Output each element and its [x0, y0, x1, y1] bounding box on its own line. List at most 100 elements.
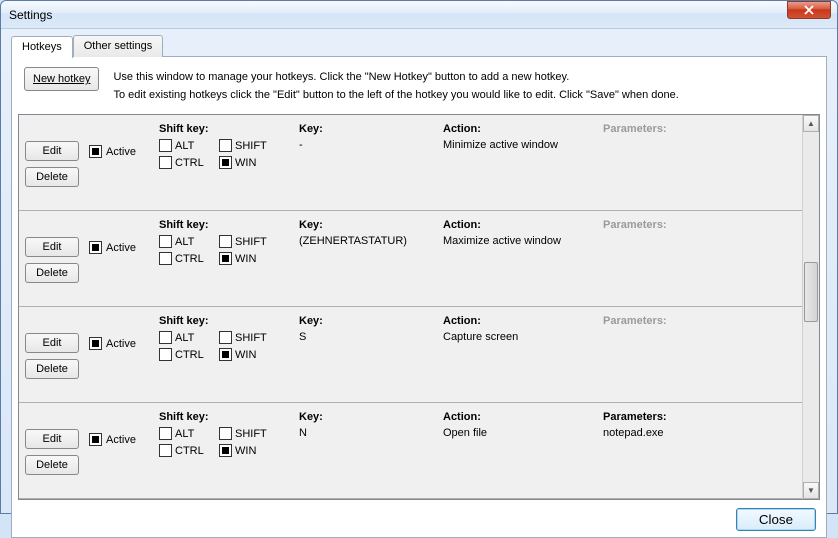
- alt-checkbox[interactable]: [159, 427, 172, 440]
- shiftkey-label: Shift key:: [159, 411, 299, 423]
- action-label: Action:: [443, 315, 603, 327]
- key-cell: Key:S: [299, 315, 443, 392]
- ctrl-label: CTRL: [175, 445, 204, 457]
- new-hotkey-button[interactable]: New hotkey: [24, 67, 99, 91]
- edit-button[interactable]: Edit: [25, 333, 79, 353]
- close-icon: [804, 5, 814, 15]
- action-label: Action:: [443, 123, 603, 135]
- ctrl-label: CTRL: [175, 349, 204, 361]
- shift-checkbox[interactable]: [219, 427, 232, 440]
- action-label: Action:: [443, 411, 603, 423]
- active-label: Active: [106, 434, 136, 446]
- delete-button[interactable]: Delete: [25, 359, 79, 379]
- ctrl-checkbox[interactable]: [159, 156, 172, 169]
- parameters-cell: Parameters:notepad.exe: [603, 411, 796, 488]
- shiftkey-label: Shift key:: [159, 315, 299, 327]
- titlebar[interactable]: Settings: [1, 1, 837, 29]
- action-value: Minimize active window: [443, 139, 603, 151]
- parameters-value: notepad.exe: [603, 427, 796, 439]
- settings-window: Settings Hotkeys Other settings New hotk…: [0, 0, 838, 514]
- scroll-up-button[interactable]: ▲: [803, 115, 819, 132]
- key-value: -: [299, 139, 443, 151]
- shift-label: SHIFT: [235, 140, 267, 152]
- key-label: Key:: [299, 123, 443, 135]
- row-buttons: Edit Delete: [25, 219, 89, 296]
- action-value: Maximize active window: [443, 235, 603, 247]
- edit-button[interactable]: Edit: [25, 429, 79, 449]
- ctrl-checkbox[interactable]: [159, 252, 172, 265]
- intro-row: New hotkey Use this window to manage you…: [18, 63, 820, 112]
- shiftkey-grid: ALT SHIFT CTRL WIN: [159, 427, 299, 457]
- hotkey-row: EditDeleteActiveShift key:ALTSHIFTCTRLWI…: [19, 115, 802, 211]
- alt-checkbox[interactable]: [159, 235, 172, 248]
- shiftkey-grid: ALTSHIFTCTRLWIN: [159, 139, 299, 169]
- delete-button[interactable]: Delete: [25, 263, 79, 283]
- shift-label: SHIFT: [235, 332, 267, 344]
- hotkey-row: EditDeleteActiveShift key:ALTSHIFTCTRLWI…: [19, 211, 802, 307]
- shift-label: SHIFT: [235, 236, 267, 248]
- shiftkey-cell: Shift key:ALTSHIFTCTRLWIN: [159, 123, 299, 200]
- vertical-scrollbar[interactable]: ▲ ▼: [802, 115, 819, 499]
- ctrl-checkbox[interactable]: [159, 444, 172, 457]
- edit-button[interactable]: Edit: [25, 237, 79, 257]
- parameters-label: Parameters:: [603, 219, 796, 231]
- active-cell: Active: [89, 123, 159, 200]
- win-checkbox[interactable]: [219, 348, 232, 361]
- delete-button[interactable]: Delete: [25, 167, 79, 187]
- close-button[interactable]: Close: [736, 508, 816, 531]
- active-checkbox[interactable]: [89, 433, 102, 446]
- parameters-cell: Parameters:: [603, 123, 796, 200]
- footer: Close: [18, 500, 820, 531]
- tab-strip: Hotkeys Other settings: [11, 35, 827, 57]
- alt-checkbox[interactable]: [159, 331, 172, 344]
- win-checkbox[interactable]: [219, 252, 232, 265]
- scroll-down-button[interactable]: ▼: [803, 482, 819, 499]
- active-checkbox[interactable]: [89, 241, 102, 254]
- ctrl-checkbox[interactable]: [159, 348, 172, 361]
- edit-button[interactable]: Edit: [25, 141, 79, 161]
- alt-label: ALT: [175, 428, 194, 440]
- shiftkey-label: Shift key:: [159, 123, 299, 135]
- scroll-track[interactable]: [803, 132, 819, 482]
- shiftkey-grid: ALTSHIFTCTRLWIN: [159, 235, 299, 265]
- win-checkbox[interactable]: [219, 156, 232, 169]
- action-value: Capture screen: [443, 331, 603, 343]
- delete-button[interactable]: Delete: [25, 455, 79, 475]
- row-buttons: Edit Delete: [25, 315, 89, 392]
- win-label: WIN: [235, 349, 256, 361]
- intro-text: Use this window to manage your hotkeys. …: [113, 67, 678, 104]
- row-buttons: Edit Delete: [25, 123, 89, 200]
- active-checkbox[interactable]: [89, 145, 102, 158]
- shift-label: SHIFT: [235, 428, 267, 440]
- shift-checkbox[interactable]: [219, 331, 232, 344]
- win-checkbox[interactable]: [219, 444, 232, 457]
- parameters-label: Parameters:: [603, 123, 796, 135]
- content-area: Hotkeys Other settings New hotkey Use th…: [1, 29, 837, 513]
- win-label: WIN: [235, 445, 256, 457]
- hotkey-row: EditDeleteActiveShift key:ALTSHIFTCTRLWI…: [19, 307, 802, 403]
- tab-hotkeys[interactable]: Hotkeys: [11, 36, 73, 58]
- key-cell: Key:N: [299, 411, 443, 488]
- active-cell: Active: [89, 411, 159, 488]
- tab-other-settings[interactable]: Other settings: [73, 35, 163, 57]
- row-buttons: Edit Delete: [25, 411, 89, 488]
- shiftkey-cell: Shift key: ALT SHIFT CTRL WIN: [159, 411, 299, 488]
- intro-line2: To edit existing hotkeys click the "Edit…: [113, 87, 678, 105]
- window-close-button[interactable]: [787, 1, 831, 19]
- ctrl-label: CTRL: [175, 253, 204, 265]
- key-value: (ZEHNERTASTATUR): [299, 235, 443, 247]
- key-label: Key:: [299, 411, 443, 423]
- shift-checkbox[interactable]: [219, 139, 232, 152]
- shift-checkbox[interactable]: [219, 235, 232, 248]
- parameters-label: Parameters:: [603, 315, 796, 327]
- shiftkey-cell: Shift key:ALTSHIFTCTRLWIN: [159, 315, 299, 392]
- alt-label: ALT: [175, 140, 194, 152]
- hotkey-list: EditDeleteActiveShift key:ALTSHIFTCTRLWI…: [18, 114, 820, 500]
- win-label: WIN: [235, 253, 256, 265]
- active-checkbox[interactable]: [89, 337, 102, 350]
- active-label: Active: [106, 242, 136, 254]
- alt-checkbox[interactable]: [159, 139, 172, 152]
- action-cell: Action: Capture screen: [443, 315, 603, 392]
- scroll-thumb[interactable]: [804, 262, 818, 322]
- action-cell: Action:Maximize active window: [443, 219, 603, 296]
